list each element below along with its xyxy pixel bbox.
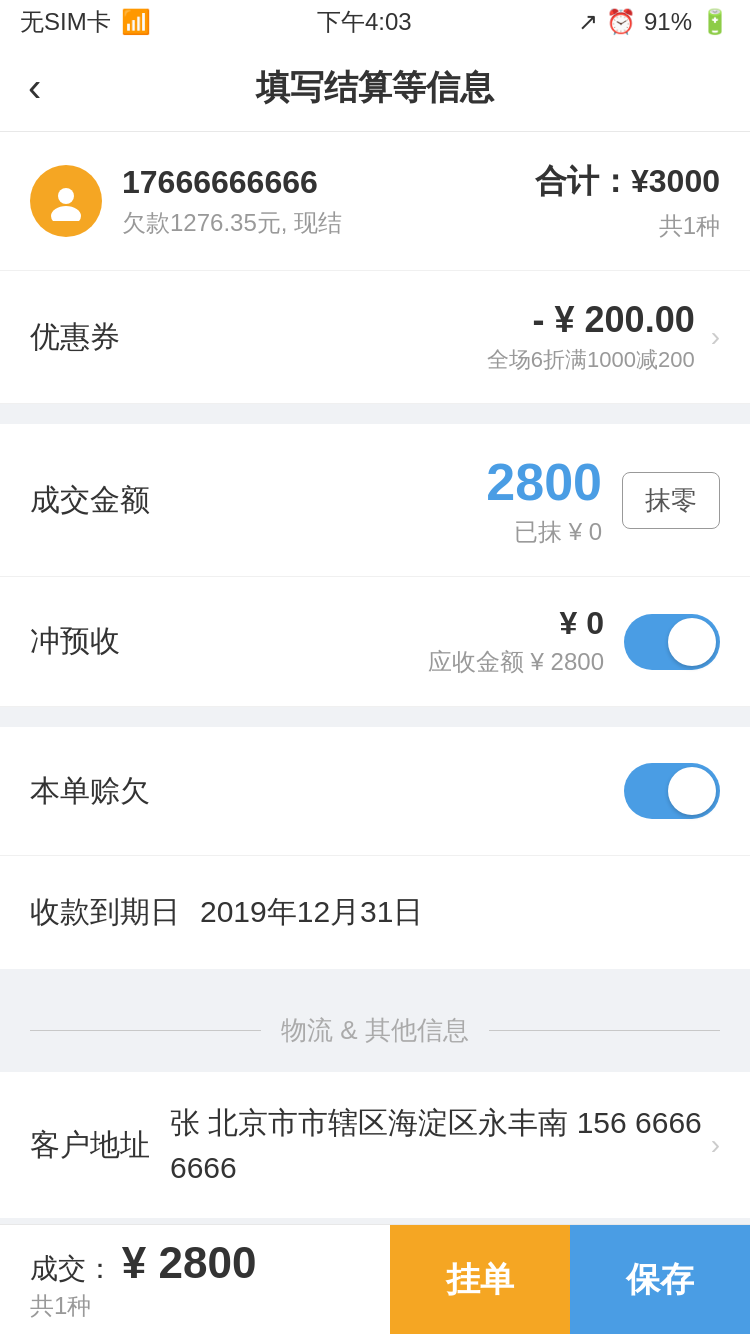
section-gap-2 xyxy=(0,707,750,727)
prepay-amount: ¥ 0 xyxy=(428,605,604,642)
section-gap-1 xyxy=(0,404,750,424)
status-right: ↗ ⏰ 91% 🔋 xyxy=(578,8,730,36)
discount-label: 优惠券 xyxy=(30,317,120,358)
customer-debt: 欠款1276.35元, 现结 xyxy=(122,207,342,239)
sep-line-left xyxy=(30,1030,261,1031)
save-button[interactable]: 保存 xyxy=(570,1225,750,1335)
location-icon: ↗ xyxy=(578,8,598,36)
wifi-icon: 📶 xyxy=(121,8,151,36)
customer-phone: 17666666666 xyxy=(122,164,342,201)
discount-amount: - ¥ 200.00 xyxy=(487,299,695,341)
alarm-icon: ⏰ xyxy=(606,8,636,36)
deal-amount-value: 2800 xyxy=(486,452,602,512)
deal-amount-wrap: 2800 已抹 ¥ 0 xyxy=(486,452,602,548)
discount-desc: 全场6折满1000减200 xyxy=(487,345,695,375)
back-button[interactable]: ‹ xyxy=(28,65,41,110)
hang-button[interactable]: 挂单 xyxy=(390,1225,570,1335)
customer-card: 17666666666 欠款1276.35元, 现结 合计：¥3000 共1种 xyxy=(0,132,750,271)
total-amount: 合计：¥3000 xyxy=(535,160,720,204)
bottom-count: 共1种 xyxy=(30,1290,360,1322)
bottom-total-label: 成交： xyxy=(30,1253,114,1284)
prepay-row: 冲预收 ¥ 0 应收金额 ¥ 2800 xyxy=(0,577,750,707)
address-value: 张 北京市市辖区海淀区永丰南 156 6666 6666 xyxy=(170,1100,711,1190)
prepay-right: ¥ 0 应收金额 ¥ 2800 xyxy=(428,605,720,678)
status-time: 下午4:03 xyxy=(317,6,412,38)
deal-amount-right: 2800 已抹 ¥ 0 抹零 xyxy=(486,452,720,548)
prepay-amount-wrap: ¥ 0 应收金额 ¥ 2800 xyxy=(428,605,604,678)
status-left: 无SIM卡 📶 xyxy=(20,6,151,38)
due-date-row: 收款到期日 2019年12月31日 xyxy=(0,855,750,969)
logistics-sep-text: 物流 & 其他信息 xyxy=(281,1013,469,1048)
bottom-bar: 成交： ¥ 2800 共1种 挂单 保存 xyxy=(0,1224,750,1334)
bottom-total-amount: ¥ 2800 xyxy=(122,1238,257,1287)
avatar xyxy=(30,165,102,237)
discount-value: - ¥ 200.00 全场6折满1000减200 xyxy=(487,299,695,375)
bottom-total: 成交： ¥ 2800 共1种 xyxy=(0,1238,390,1322)
deal-zero-text: 已抹 ¥ 0 xyxy=(486,516,602,548)
due-date-value: 2019年12月31日 xyxy=(200,892,423,933)
due-date-label: 收款到期日 xyxy=(30,892,180,933)
battery-label: 91% xyxy=(644,8,692,36)
content: 17666666666 欠款1276.35元, 现结 合计：¥3000 共1种 … xyxy=(0,132,750,1334)
discount-row[interactable]: 优惠券 - ¥ 200.00 全场6折满1000减200 › xyxy=(0,271,750,404)
bottom-total-row: 成交： ¥ 2800 xyxy=(30,1238,360,1288)
prepay-receivable: 应收金额 ¥ 2800 xyxy=(428,646,604,678)
deal-amount-row: 成交金额 2800 已抹 ¥ 0 抹零 xyxy=(0,424,750,577)
svg-point-1 xyxy=(51,206,81,221)
chevron-right-icon: › xyxy=(711,321,720,353)
section-gap-3 xyxy=(0,969,750,989)
svg-point-0 xyxy=(58,188,74,204)
address-label: 客户地址 xyxy=(30,1125,150,1166)
debt-label: 本单赊欠 xyxy=(30,771,150,812)
customer-total: 合计：¥3000 共1种 xyxy=(535,160,720,242)
sep-line-right xyxy=(489,1030,720,1031)
address-chevron-icon: › xyxy=(711,1129,720,1161)
prepay-label: 冲预收 xyxy=(30,621,120,662)
customer-left: 17666666666 欠款1276.35元, 现结 xyxy=(30,164,342,239)
nav-bar: ‹ 填写结算等信息 xyxy=(0,44,750,132)
debt-toggle[interactable] xyxy=(624,763,720,819)
page-title: 填写结算等信息 xyxy=(256,65,494,111)
logistics-separator: 物流 & 其他信息 xyxy=(0,989,750,1072)
customer-info: 17666666666 欠款1276.35元, 现结 xyxy=(122,164,342,239)
prepay-toggle[interactable] xyxy=(624,614,720,670)
item-count: 共1种 xyxy=(535,210,720,242)
deal-amount-label: 成交金额 xyxy=(30,480,150,521)
discount-right: - ¥ 200.00 全场6折满1000减200 › xyxy=(487,299,720,375)
address-row[interactable]: 客户地址 张 北京市市辖区海淀区永丰南 156 6666 6666 › xyxy=(0,1072,750,1218)
debt-row: 本单赊欠 xyxy=(0,727,750,855)
carrier-label: 无SIM卡 xyxy=(20,6,111,38)
status-bar: 无SIM卡 📶 下午4:03 ↗ ⏰ 91% 🔋 xyxy=(0,0,750,44)
battery-icon: 🔋 xyxy=(700,8,730,36)
round-button[interactable]: 抹零 xyxy=(622,472,720,529)
